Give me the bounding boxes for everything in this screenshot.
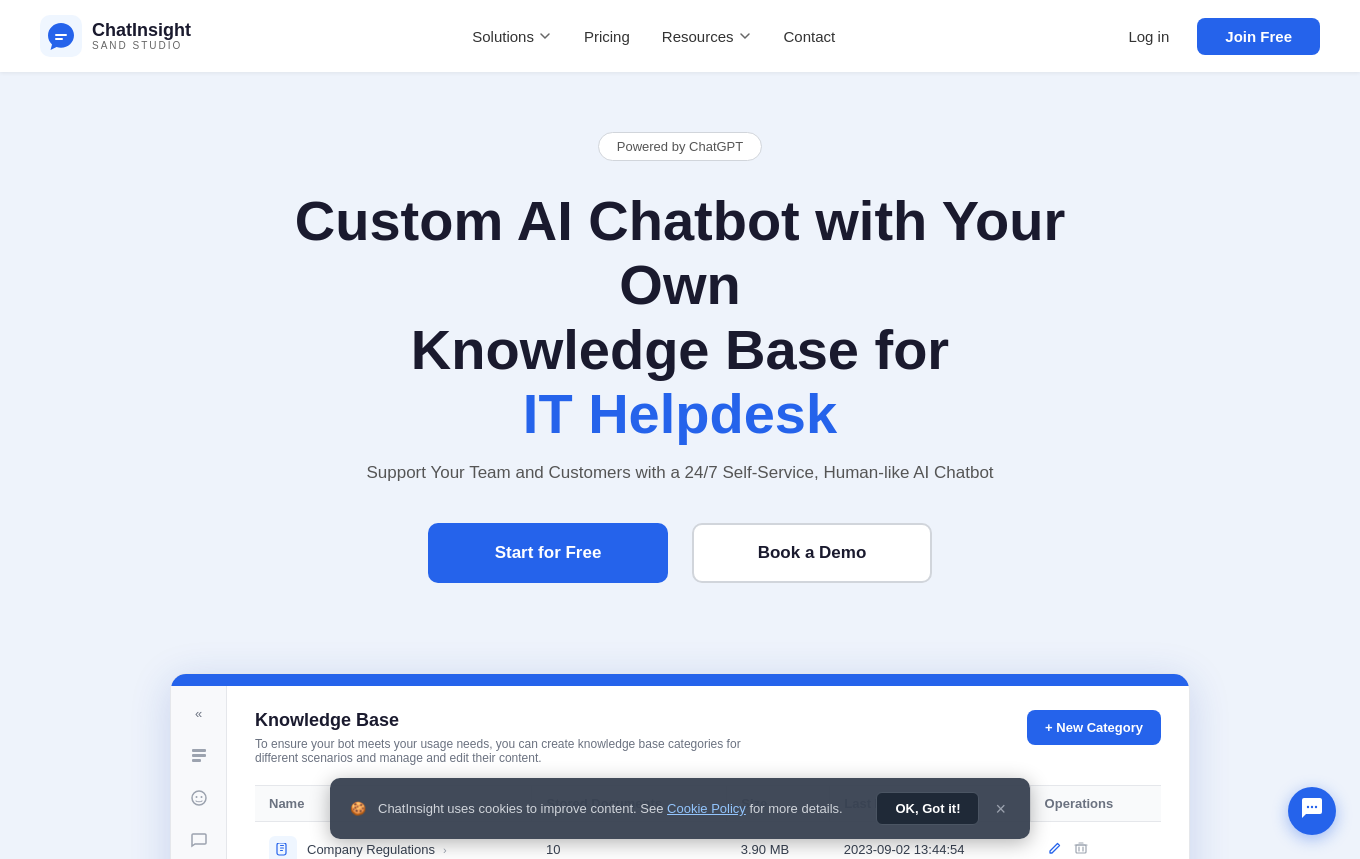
cookie-close-button[interactable]: × [991, 800, 1010, 818]
powered-badge: Powered by ChatGPT [598, 132, 762, 161]
chevron-down-icon [538, 29, 552, 43]
kb-header: Knowledge Base To ensure your bot meets … [255, 710, 1161, 765]
svg-point-4 [192, 791, 206, 805]
edit-button[interactable] [1044, 837, 1066, 859]
svg-rect-10 [277, 843, 286, 855]
sidebar-chat-icon[interactable] [187, 828, 211, 852]
cookie-banner: 🍪 ChatInsight uses cookies to improve co… [330, 778, 1030, 839]
svg-rect-12 [280, 847, 284, 848]
login-button[interactable]: Log in [1116, 22, 1181, 51]
new-category-button[interactable]: + New Category [1027, 710, 1161, 745]
cookie-policy-link[interactable]: Cookie Policy [667, 801, 746, 816]
chevron-down-icon-2 [738, 29, 752, 43]
kb-header-text: Knowledge Base To ensure your bot meets … [255, 710, 755, 765]
svg-rect-2 [192, 754, 206, 757]
nav-solutions[interactable]: Solutions [472, 28, 552, 45]
sidebar-kb-icon[interactable] [187, 744, 211, 768]
book-a-demo-button[interactable]: Book a Demo [692, 523, 932, 583]
hero-section: Powered by ChatGPT Custom AI Chatbot wit… [0, 72, 1360, 673]
sidebar-collapse-icon[interactable]: « [187, 702, 211, 726]
row-name: Company Regulations › [269, 836, 518, 859]
svg-rect-11 [280, 845, 284, 846]
kb-desc: To ensure your bot meets your usage need… [255, 737, 755, 765]
sidebar-bot-icon[interactable] [187, 786, 211, 810]
nav-pricing[interactable]: Pricing [584, 28, 630, 45]
cookie-text: ChatInsight uses cookies to improve cont… [378, 801, 864, 816]
hero-subtitle: Support Your Team and Customers with a 2… [360, 463, 1000, 483]
logo-text: ChatInsight Sand Studio [92, 21, 191, 52]
svg-point-19 [1307, 806, 1309, 808]
cookie-emoji: 🍪 [350, 801, 366, 816]
chat-widget-icon [1300, 796, 1324, 826]
svg-rect-3 [192, 759, 201, 762]
start-for-free-button[interactable]: Start for Free [428, 523, 668, 583]
navbar-nav: Solutions Pricing Resources Contact [472, 28, 835, 45]
chat-widget-button[interactable] [1288, 787, 1336, 835]
logo-title: ChatInsight [92, 21, 191, 41]
svg-point-20 [1311, 806, 1313, 808]
hero-title-accent: IT Helpdesk [250, 382, 1110, 446]
hero-buttons: Start for Free Book a Demo [20, 523, 1340, 583]
logo-icon [40, 15, 82, 57]
svg-rect-14 [1076, 845, 1086, 853]
svg-rect-13 [280, 850, 283, 851]
navbar-actions: Log in Join Free [1116, 18, 1320, 55]
logo-sub: Sand Studio [92, 40, 191, 51]
dashboard-sidebar: « [171, 686, 227, 859]
join-free-button[interactable]: Join Free [1197, 18, 1320, 55]
svg-point-6 [200, 796, 202, 798]
row-ops-cell [1030, 821, 1161, 859]
nav-contact[interactable]: Contact [784, 28, 836, 45]
hero-title: Custom AI Chatbot with Your Own Knowledg… [250, 189, 1110, 447]
cookie-ok-button[interactable]: OK, Got it! [876, 792, 979, 825]
kb-title: Knowledge Base [255, 710, 755, 731]
svg-rect-1 [192, 749, 206, 752]
logo[interactable]: ChatInsight Sand Studio [40, 15, 191, 57]
navbar: ChatInsight Sand Studio Solutions Pricin… [0, 0, 1360, 72]
nav-resources[interactable]: Resources [662, 28, 752, 45]
dashboard-topbar [171, 674, 1189, 686]
row-doc-icon [269, 836, 297, 859]
row-expand-icon[interactable]: › [443, 844, 447, 856]
svg-point-21 [1315, 806, 1317, 808]
col-operations: Operations [1030, 785, 1161, 821]
svg-point-5 [195, 796, 197, 798]
delete-button[interactable] [1070, 837, 1092, 859]
